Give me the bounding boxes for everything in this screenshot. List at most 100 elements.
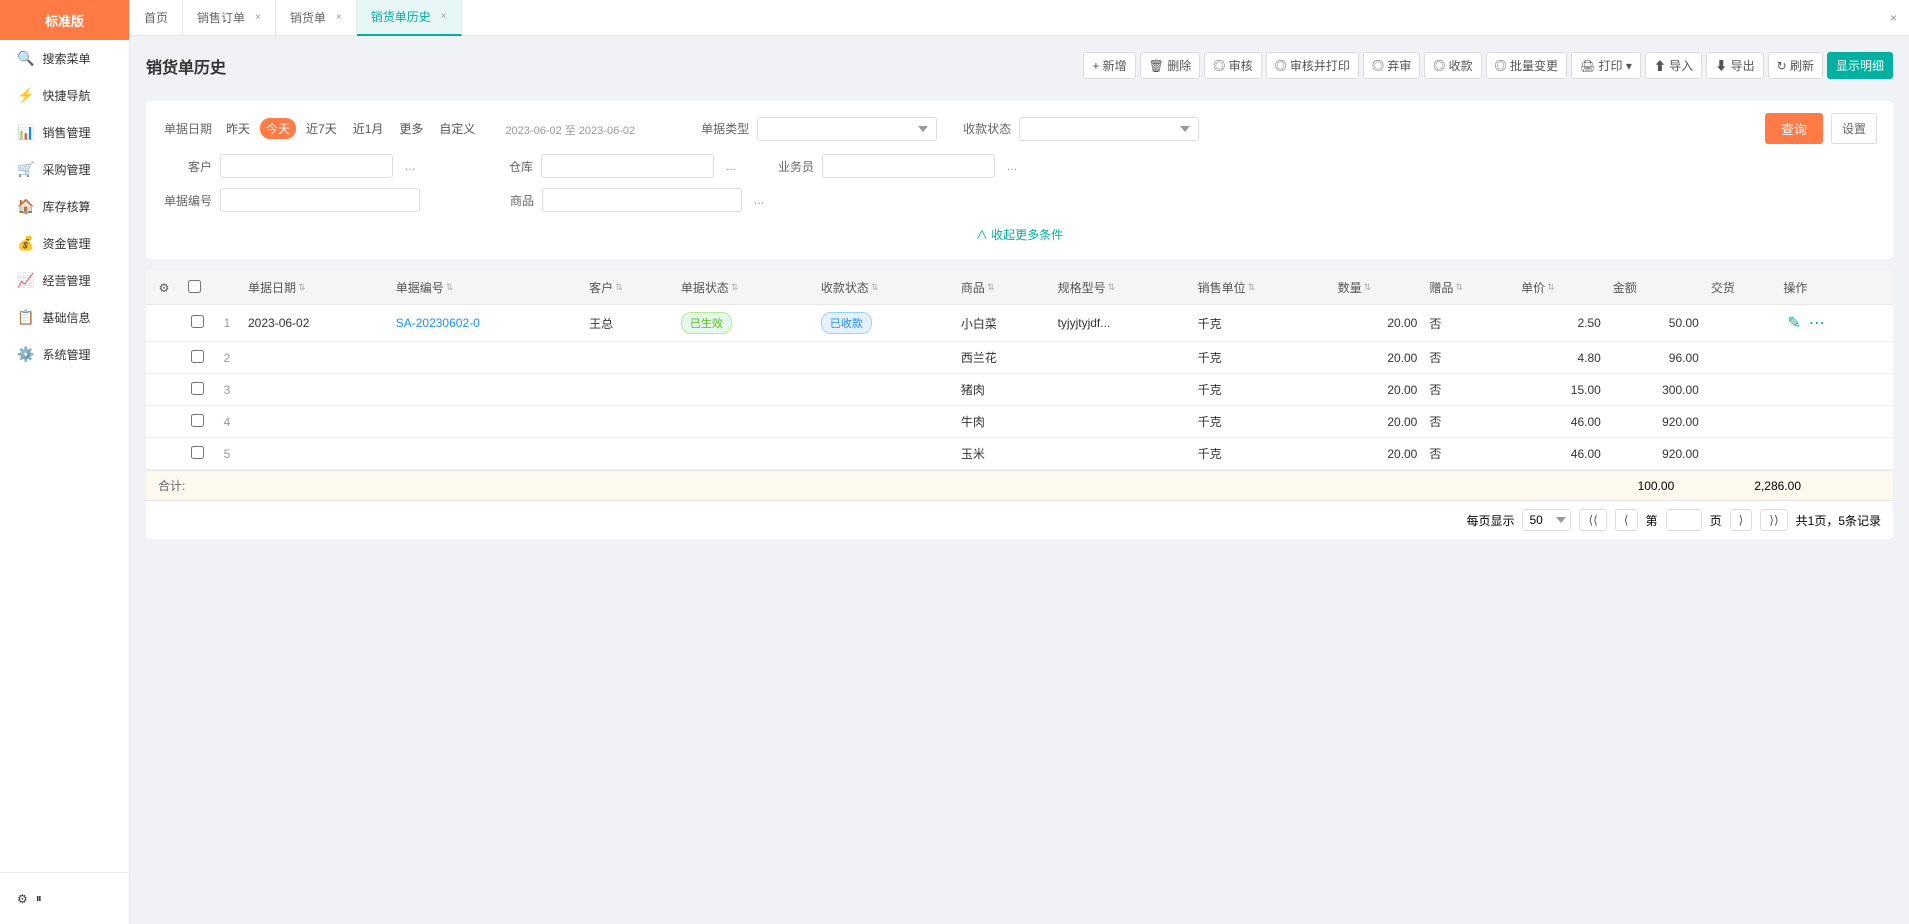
batch-change-button[interactable]: ◎ 批量变更 [1486,52,1567,79]
sort-spec[interactable]: 规格型号 ⇅ [1058,279,1186,296]
page-input[interactable]: 1 [1666,509,1702,531]
col-spec[interactable]: 规格型号 ⇅ [1052,271,1192,305]
tab-sales-delivery[interactable]: 销货单 × [276,0,357,36]
goods-ellipsis[interactable]: ... [750,193,768,207]
query-button[interactable]: 查询 [1765,113,1823,144]
col-checkbox[interactable] [182,271,212,305]
cell-checkbox[interactable] [182,305,212,342]
sort-price[interactable]: 单价 ⇅ [1521,279,1601,296]
row-checkbox[interactable] [191,315,204,328]
sidebar-bottom-settings[interactable]: ⚙ ⏸ [0,881,129,916]
cell-doc-no[interactable] [390,374,583,406]
customer-input[interactable] [220,154,393,178]
date-btn-yesterday[interactable]: 昨天 [220,118,256,139]
col-settings[interactable]: ⚙ [146,271,182,305]
sidebar-item-inventory[interactable]: 🏠 库存核算 [0,188,129,225]
select-all-checkbox[interactable] [188,280,201,293]
tab-sales-order[interactable]: 销售订单 × [183,0,276,36]
row-checkbox[interactable] [191,414,204,427]
sidebar-item-finance[interactable]: 💰 资金管理 [0,225,129,262]
first-page-button[interactable]: ⟨⟨ [1579,509,1606,531]
col-unit[interactable]: 销售单位 ⇅ [1192,271,1332,305]
print-button[interactable]: 🖨 打印 ▾ [1571,52,1641,79]
sidebar-item-system[interactable]: ⚙️ 系统管理 [0,336,129,373]
sidebar-item-sales[interactable]: 📊 销售管理 [0,114,129,151]
col-doc-no[interactable]: 单据编号 ⇅ [390,271,583,305]
cell-doc-no[interactable]: SA-20230602-0 [390,305,583,342]
col-goods[interactable]: 商品 ⇅ [955,271,1052,305]
cell-checkbox[interactable] [182,406,212,438]
staff-ellipsis[interactable]: ... [1003,159,1021,173]
sort-doc-status[interactable]: 单据状态 ⇅ [681,279,809,296]
last-page-button[interactable]: ⟩⟩ [1760,509,1787,531]
cell-spec [1052,342,1192,374]
sort-doc-no[interactable]: 单据编号 ⇅ [396,279,577,296]
row-checkbox[interactable] [191,382,204,395]
new-button[interactable]: + 新增 [1083,52,1135,79]
prev-page-button[interactable]: ⟨ [1615,509,1638,531]
sort-goods[interactable]: 商品 ⇅ [961,279,1046,296]
show-detail-button[interactable]: 显示明细 [1827,52,1893,79]
refresh-button[interactable]: ↻ 刷新 [1768,52,1823,79]
sort-gift[interactable]: 赠品 ⇅ [1429,279,1509,296]
export-button[interactable]: ⬇ 导出 [1706,52,1763,79]
cell-checkbox[interactable] [182,374,212,406]
staff-input[interactable] [822,154,995,178]
cell-doc-no[interactable] [390,438,583,470]
doc-type-select[interactable] [757,117,937,141]
customer-ellipsis[interactable]: ... [401,159,419,173]
date-btn-more[interactable]: 更多 [393,118,429,139]
next-page-button[interactable]: ⟩ [1730,509,1753,531]
col-date[interactable]: 单据日期 ⇅ [242,271,390,305]
date-btn-today[interactable]: 今天 [260,118,296,139]
sort-unit[interactable]: 销售单位 ⇅ [1198,279,1326,296]
sort-qty[interactable]: 数量 ⇅ [1338,279,1418,296]
cell-checkbox[interactable] [182,438,212,470]
audit-button[interactable]: ◎ 审核 [1204,52,1261,79]
audit-print-button[interactable]: ◎ 审核并打印 [1266,52,1359,79]
date-btn-7days[interactable]: 近7天 [300,118,343,139]
delete-button[interactable]: 🗑 删除 [1140,52,1201,79]
col-customer[interactable]: 客户 ⇅ [583,271,675,305]
row-checkbox[interactable] [191,350,204,363]
goods-input[interactable] [542,188,742,212]
sidebar-item-operations[interactable]: 📈 经营管理 [0,262,129,299]
sidebar-item-master[interactable]: 📋 基础信息 [0,299,129,336]
tab-sales-order-close[interactable]: × [255,12,261,23]
doc-no-input[interactable] [220,188,420,212]
pay-status-select[interactable] [1019,117,1199,141]
tab-sales-delivery-close[interactable]: × [336,12,342,23]
tab-sales-history[interactable]: 销货单历史 × [357,0,462,36]
warehouse-input[interactable] [541,154,714,178]
tab-sales-history-close[interactable]: × [441,11,447,22]
warehouse-ellipsis[interactable]: ... [722,159,740,173]
row-checkbox[interactable] [191,446,204,459]
sidebar-item-search[interactable]: 🔍 搜索菜单 [0,40,129,77]
col-gift[interactable]: 赠品 ⇅ [1423,271,1515,305]
col-pay-status[interactable]: 收款状态 ⇅ [815,271,955,305]
sort-customer[interactable]: 客户 ⇅ [589,279,669,296]
action-edit[interactable]: ✎ [1783,315,1804,332]
sort-pay-status[interactable]: 收款状态 ⇅ [821,279,949,296]
cell-checkbox[interactable] [182,342,212,374]
sort-date[interactable]: 单据日期 ⇅ [248,279,384,296]
import-button[interactable]: ⬆ 导入 [1645,52,1702,79]
sort-customer-icon: ⇅ [615,282,623,293]
more-filter-toggle[interactable]: ∧ 收起更多条件 [162,222,1877,247]
col-qty[interactable]: 数量 ⇅ [1332,271,1424,305]
discard-button[interactable]: ◎ 弃审 [1363,52,1420,79]
cell-doc-no[interactable] [390,406,583,438]
tab-close-all[interactable]: × [1878,11,1909,25]
col-price[interactable]: 单价 ⇅ [1515,271,1607,305]
date-btn-1month[interactable]: 近1月 [347,118,390,139]
setting-button[interactable]: 设置 [1831,113,1877,144]
action-more[interactable]: ⋯ [1805,315,1829,332]
collect-button[interactable]: ◎ 收款 [1424,52,1481,79]
per-page-select[interactable]: 50 100 200 [1522,509,1571,531]
col-doc-status[interactable]: 单据状态 ⇅ [675,271,815,305]
cell-doc-no[interactable] [390,342,583,374]
sidebar-item-quicknav[interactable]: ⚡ 快捷导航 [0,77,129,114]
sidebar-item-purchase[interactable]: 🛒 采购管理 [0,151,129,188]
date-btn-custom[interactable]: 自定义 [433,118,481,139]
tab-home[interactable]: 首页 [130,0,183,36]
